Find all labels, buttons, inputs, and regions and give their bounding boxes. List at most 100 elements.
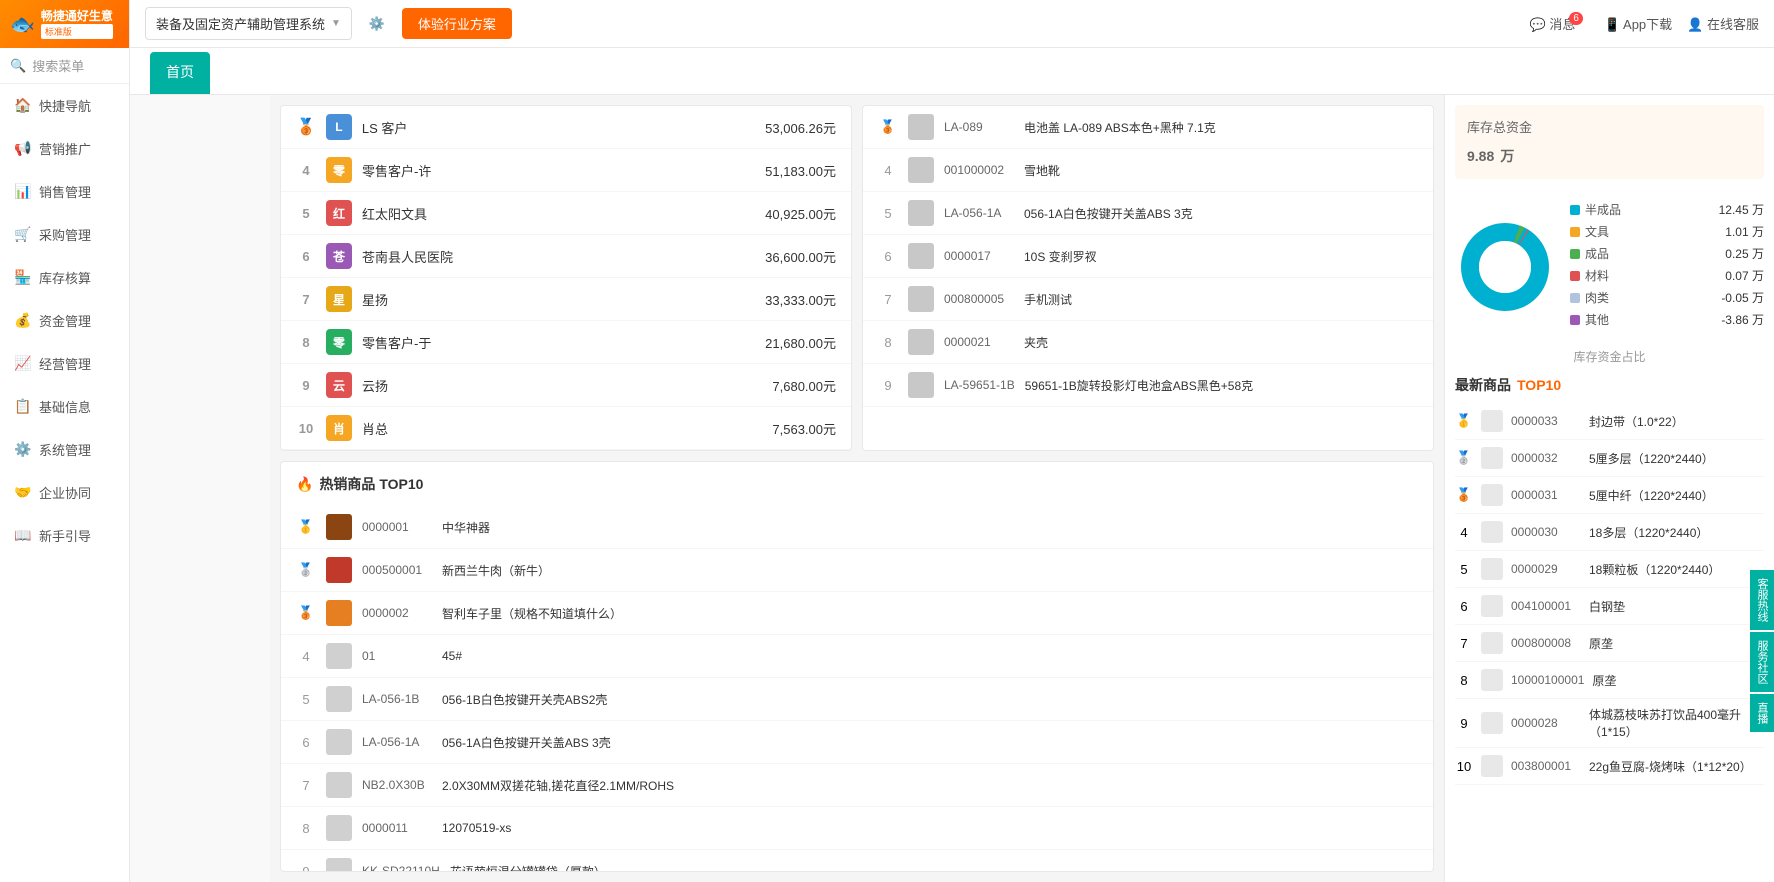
product-name: 59651-1B旋转投影灯电池盒ABS黑色+58克 [1025, 377, 1418, 394]
product-image [1481, 595, 1503, 617]
settings-button[interactable]: ⚙️ [362, 9, 392, 39]
rank-number: 4 [1455, 525, 1473, 540]
sidebar-item-label: 采购管理 [39, 225, 91, 244]
inventory-amount: 9.88 万 [1467, 141, 1752, 167]
hot-products-card: 🔥 热销商品 TOP10 🥇 0000001 中华神器 🥈 000500001 [280, 461, 1434, 872]
sidebar-item-basic[interactable]: 📋 基础信息 [0, 385, 129, 428]
table-row: 🥉 LA-089 电池盖 LA-089 ABS本色+黑种 7.1克 [863, 106, 1433, 149]
avatar: 云 [326, 372, 352, 398]
customer-service-button[interactable]: 客服热线 [1750, 570, 1774, 630]
chevron-down-icon: ▼ [331, 18, 341, 29]
inventory-chart-section: 半成品 12.45 万 文具 1.01 万 成品 0.25 万 [1455, 191, 1764, 343]
product-name: 智利车子里（规格不知道填什么） [442, 605, 1418, 622]
table-row: 7 星 星扬 33,333.00元 [281, 278, 851, 321]
product-code: LA-089 [944, 120, 1014, 134]
legend-item: 文具 1.01 万 [1570, 223, 1764, 240]
sidebar-item-finance[interactable]: 💰 资金管理 [0, 299, 129, 342]
rank-number: 9 [296, 378, 316, 393]
finance-icon: 💰 [15, 313, 31, 329]
medal-icon: 🥉 [878, 119, 898, 135]
customer-amount: 53,006.26元 [765, 118, 836, 137]
product-image [326, 514, 352, 540]
customer-amount: 7,680.00元 [772, 376, 836, 395]
product-image [908, 243, 934, 269]
product-name: 056-1A白色按键开关盖ABS 3克 [1024, 205, 1418, 222]
rank-number: 7 [296, 292, 316, 307]
system-selector[interactable]: 装备及固定资产辅助管理系统 ▼ [145, 7, 352, 40]
sidebar-item-marketing[interactable]: 📢 营销推广 [0, 127, 129, 170]
trial-button[interactable]: 体验行业方案 [402, 8, 512, 39]
sidebar-item-inventory[interactable]: 🏪 库存核算 [0, 256, 129, 299]
logo-title: 畅捷通好生意 [41, 9, 113, 25]
purchase-icon: 🛒 [15, 227, 31, 243]
sidebar-item-label: 库存核算 [39, 268, 91, 287]
customer-amount: 33,333.00元 [765, 290, 836, 309]
sidebar-item-sales[interactable]: 📊 销售管理 [0, 170, 129, 213]
community-button[interactable]: 服务社区 [1750, 632, 1774, 692]
customer-name: LS 客户 [362, 118, 755, 137]
sidebar-item-quicknav[interactable]: 🏠 快捷导航 [0, 84, 129, 127]
table-row: 8 0000011 12070519-xs [281, 807, 1433, 850]
product-name: 5厘中纤（1220*2440） [1589, 487, 1764, 504]
table-row: 4 01 45# [281, 635, 1433, 678]
product-name: 18颗粒板（1220*2440） [1589, 561, 1764, 578]
product-image [1481, 410, 1503, 432]
product-image [1481, 558, 1503, 580]
product-code: 0000030 [1511, 525, 1581, 539]
inventory-icon: 🏪 [15, 270, 31, 286]
app-download-link[interactable]: 📱 App下载 [1604, 14, 1672, 33]
system-name: 装备及固定资产辅助管理系统 [156, 14, 325, 33]
table-row: 9 KK-SD22110H 花语萌恒温分罐罐袋（厚款） [281, 850, 1433, 872]
sidebar-item-label: 销售管理 [39, 182, 91, 201]
marketing-icon: 📢 [15, 141, 31, 157]
table-row: 7 NB2.0X30B 2.0X30MM双搓花轴,搓花直径2.1MM/ROHS [281, 764, 1433, 807]
avatar: 星 [326, 286, 352, 312]
product-image [908, 372, 934, 398]
sidebar-item-operations[interactable]: 📈 经营管理 [0, 342, 129, 385]
hot-products-title: 🔥 热销商品 TOP10 [281, 462, 1433, 506]
medal-icon: 🥉 [1455, 487, 1473, 503]
product-name: 056-1B白色按键开关壳ABS2壳 [442, 691, 1418, 708]
medal-icon: 🥉 [296, 605, 316, 621]
avatar: L [326, 114, 352, 140]
product-name: 花语萌恒温分罐罐袋（厚款） [450, 863, 1418, 873]
sidebar-item-enterprise[interactable]: 🤝 企业协同 [0, 471, 129, 514]
product-image [326, 858, 352, 872]
product-name: 5厘多层（1220*2440） [1589, 450, 1764, 467]
live-button[interactable]: 直播 [1750, 694, 1774, 732]
legend-color [1570, 249, 1580, 259]
message-area[interactable]: 💬 消息6 [1530, 14, 1589, 33]
table-row: 8 10000100001 原垄 [1455, 662, 1764, 699]
tab-home[interactable]: 首页 [150, 52, 210, 94]
product-image [1481, 632, 1503, 654]
product-code: KK-SD22110H [362, 864, 440, 872]
table-row: 5 红 红太阳文具 40,925.00元 [281, 192, 851, 235]
product-name: 45# [442, 649, 1418, 663]
basic-icon: 📋 [15, 399, 31, 415]
product-image [908, 157, 934, 183]
avatar: 零 [326, 329, 352, 355]
product-name: 白钢垫 [1589, 598, 1764, 615]
rank-number: 4 [296, 649, 316, 664]
sidebar: 🐟 畅捷通好生意 标准版 🔍 搜索菜单 🏠 快捷导航 📢 营销推广 📊 销售管理… [0, 0, 130, 882]
product-name: 新西兰牛肉（新牛） [442, 562, 1418, 579]
product-image [326, 729, 352, 755]
fire-icon: 🔥 [296, 476, 313, 493]
home-icon: 🏠 [15, 98, 31, 114]
customer-amount: 51,183.00元 [765, 161, 836, 180]
rank-number: 9 [296, 864, 316, 873]
product-image [1481, 712, 1503, 734]
product-code: 0000011 [362, 821, 432, 835]
medal-icon: 🥈 [1455, 450, 1473, 466]
search-menu[interactable]: 🔍 搜索菜单 [0, 48, 129, 84]
product-name: 18多层（1220*2440） [1589, 524, 1764, 541]
table-row: 🥈 000500001 新西兰牛肉（新牛） [281, 549, 1433, 592]
online-service-link[interactable]: 👤 在线客服 [1687, 14, 1759, 33]
sidebar-item-purchase[interactable]: 🛒 采购管理 [0, 213, 129, 256]
product-name: 原垄 [1592, 672, 1764, 689]
product-image [1481, 447, 1503, 469]
product-code: 000800008 [1511, 636, 1581, 650]
sidebar-item-system[interactable]: ⚙️ 系统管理 [0, 428, 129, 471]
sidebar-item-guide[interactable]: 📖 新手引导 [0, 514, 129, 557]
inventory-label: 库存资金占比 [1455, 348, 1764, 365]
